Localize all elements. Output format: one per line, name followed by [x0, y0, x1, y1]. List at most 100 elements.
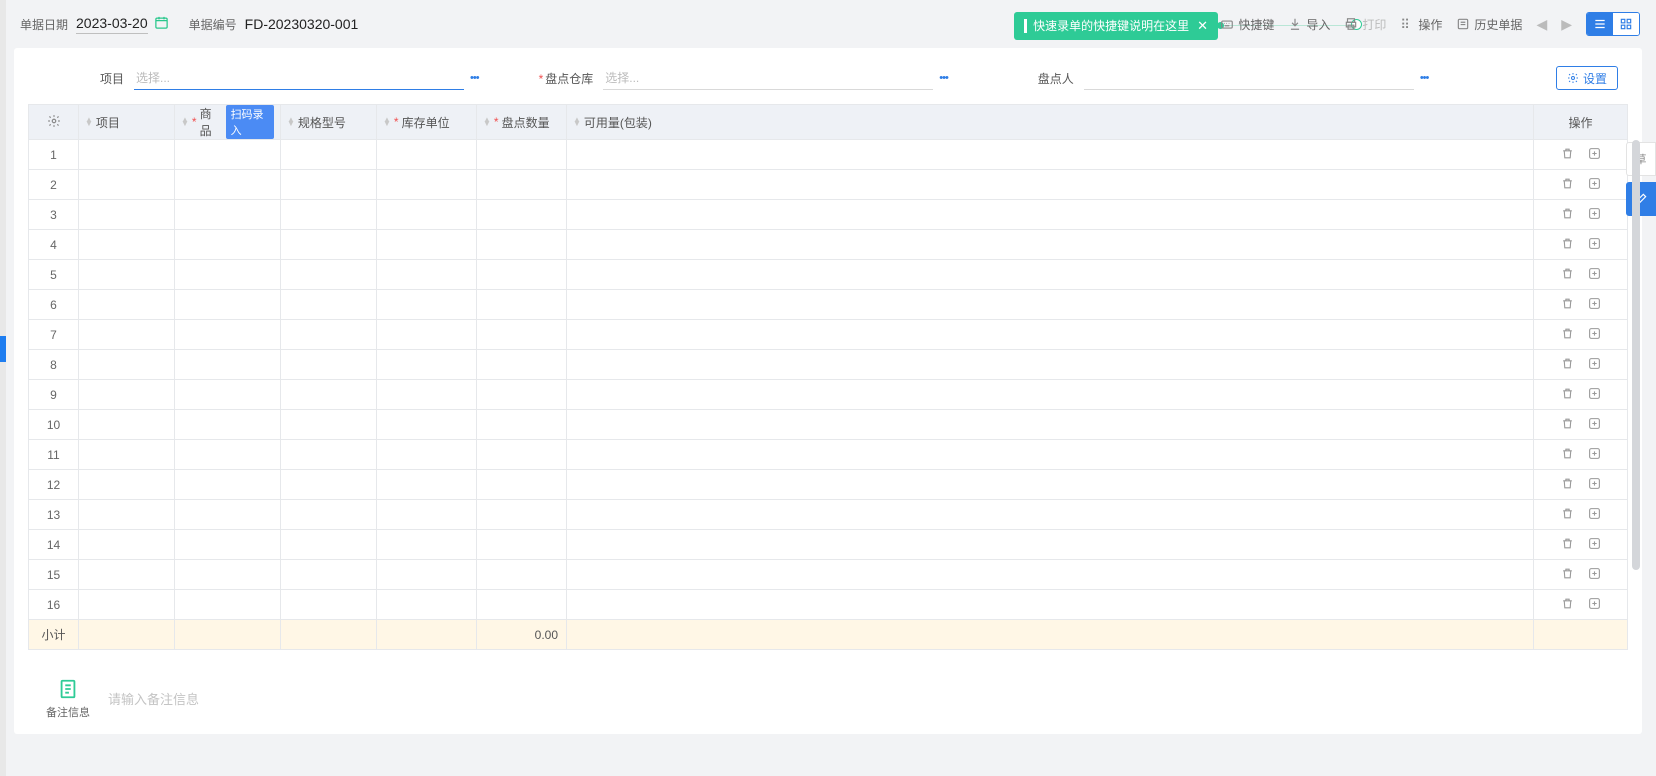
col-unit[interactable]: ▲▼*库存单位 [377, 105, 477, 140]
row-number: 15 [29, 560, 79, 590]
row-number: 16 [29, 590, 79, 620]
delete-icon[interactable] [1561, 417, 1574, 433]
table-row[interactable]: 4 [29, 230, 1628, 260]
table-row[interactable]: 16 [29, 590, 1628, 620]
add-row-icon[interactable] [1588, 177, 1601, 193]
scrollbar[interactable] [1630, 140, 1642, 634]
shortcut-button[interactable]: 快捷键 [1220, 16, 1274, 33]
add-row-icon[interactable] [1588, 327, 1601, 343]
add-row-icon[interactable] [1588, 567, 1601, 583]
table-row[interactable]: 8 [29, 350, 1628, 380]
table-row[interactable]: 14 [29, 530, 1628, 560]
close-icon[interactable]: ✕ [1197, 12, 1208, 40]
calendar-icon[interactable] [154, 15, 169, 34]
tip-text: 快速录单的快捷键说明在这里 [1033, 12, 1189, 40]
subtotal-row: 小计 0.00 [29, 620, 1628, 650]
settings-button[interactable]: 设置 [1556, 66, 1618, 90]
warehouse-input[interactable] [603, 66, 933, 90]
delete-icon[interactable] [1561, 447, 1574, 463]
delete-icon[interactable] [1561, 147, 1574, 163]
row-number: 8 [29, 350, 79, 380]
col-avail[interactable]: ▲▼可用量(包装) [567, 105, 1534, 140]
next-arrow-icon[interactable]: ▶ [1561, 16, 1572, 33]
date-label: 单据日期 [20, 16, 68, 33]
warehouse-label: *盘点仓库 [539, 70, 594, 87]
add-row-icon[interactable] [1588, 267, 1601, 283]
project-more-icon[interactable]: ••• [470, 72, 479, 84]
delete-icon[interactable] [1561, 327, 1574, 343]
gear-header[interactable] [29, 105, 79, 140]
table-row[interactable]: 13 [29, 500, 1628, 530]
print-button[interactable]: 打印 [1344, 16, 1386, 33]
scan-chip[interactable]: 扫码录入 [226, 105, 274, 139]
add-row-icon[interactable] [1588, 147, 1601, 163]
delete-icon[interactable] [1561, 477, 1574, 493]
add-row-icon[interactable] [1588, 387, 1601, 403]
row-number: 10 [29, 410, 79, 440]
person-more-icon[interactable]: ••• [1420, 72, 1429, 84]
row-number: 2 [29, 170, 79, 200]
table-row[interactable]: 12 [29, 470, 1628, 500]
delete-icon[interactable] [1561, 507, 1574, 523]
import-button[interactable]: 导入 [1288, 16, 1330, 33]
person-input[interactable] [1084, 66, 1414, 90]
remark-input[interactable] [108, 692, 1610, 707]
add-row-icon[interactable] [1588, 537, 1601, 553]
delete-icon[interactable] [1561, 537, 1574, 553]
table-row[interactable]: 15 [29, 560, 1628, 590]
add-row-icon[interactable] [1588, 597, 1601, 613]
col-spec[interactable]: ▲▼规格型号 [281, 105, 377, 140]
delete-icon[interactable] [1561, 267, 1574, 283]
history-button[interactable]: 历史单据 [1456, 16, 1522, 33]
row-number: 9 [29, 380, 79, 410]
project-input[interactable] [134, 66, 464, 90]
add-row-icon[interactable] [1588, 447, 1601, 463]
delete-icon[interactable] [1561, 207, 1574, 223]
add-row-icon[interactable] [1588, 417, 1601, 433]
table-row[interactable]: 11 [29, 440, 1628, 470]
table-row[interactable]: 5 [29, 260, 1628, 290]
row-number: 7 [29, 320, 79, 350]
list-view-icon[interactable] [1587, 13, 1613, 35]
delete-icon[interactable] [1561, 237, 1574, 253]
view-toggle[interactable] [1586, 12, 1640, 36]
prev-arrow-icon[interactable]: ◀ [1536, 16, 1547, 33]
grid-view-icon[interactable] [1613, 13, 1639, 35]
row-number: 3 [29, 200, 79, 230]
ops-button[interactable]: ⠿ 操作 [1400, 16, 1442, 33]
table-row[interactable]: 10 [29, 410, 1628, 440]
col-product[interactable]: ▲▼*商品扫码录入 [175, 105, 281, 140]
add-row-icon[interactable] [1588, 297, 1601, 313]
row-number: 11 [29, 440, 79, 470]
delete-icon[interactable] [1561, 597, 1574, 613]
row-number: 5 [29, 260, 79, 290]
table-row[interactable]: 9 [29, 380, 1628, 410]
col-qty[interactable]: ▲▼*盘点数量 [477, 105, 567, 140]
person-label: 盘点人 [1028, 70, 1074, 87]
delete-icon[interactable] [1561, 177, 1574, 193]
delete-icon[interactable] [1561, 297, 1574, 313]
delete-icon[interactable] [1561, 357, 1574, 373]
warehouse-more-icon[interactable]: ••• [939, 72, 948, 84]
add-row-icon[interactable] [1588, 207, 1601, 223]
row-number: 13 [29, 500, 79, 530]
table-row[interactable]: 2 [29, 170, 1628, 200]
add-row-icon[interactable] [1588, 357, 1601, 373]
add-row-icon[interactable] [1588, 507, 1601, 523]
row-number: 14 [29, 530, 79, 560]
subtotal-qty: 0.00 [477, 620, 567, 650]
table-row[interactable]: 3 [29, 200, 1628, 230]
shortcut-tip: 快速录单的快捷键说明在这里 ✕ [1014, 12, 1218, 40]
table-row[interactable]: 7 [29, 320, 1628, 350]
data-table: ▲▼项目 ▲▼*商品扫码录入 ▲▼规格型号 ▲▼*库存单位 ▲▼*盘点数量 ▲▼… [28, 104, 1628, 650]
col-project[interactable]: ▲▼项目 [79, 105, 175, 140]
delete-icon[interactable] [1561, 387, 1574, 403]
delete-icon[interactable] [1561, 567, 1574, 583]
add-row-icon[interactable] [1588, 237, 1601, 253]
doc-label: 单据编号 [189, 16, 237, 33]
table-row[interactable]: 6 [29, 290, 1628, 320]
table-row[interactable]: 1 [29, 140, 1628, 170]
add-row-icon[interactable] [1588, 477, 1601, 493]
row-number: 1 [29, 140, 79, 170]
date-value[interactable]: 2023-03-20 [76, 15, 148, 34]
